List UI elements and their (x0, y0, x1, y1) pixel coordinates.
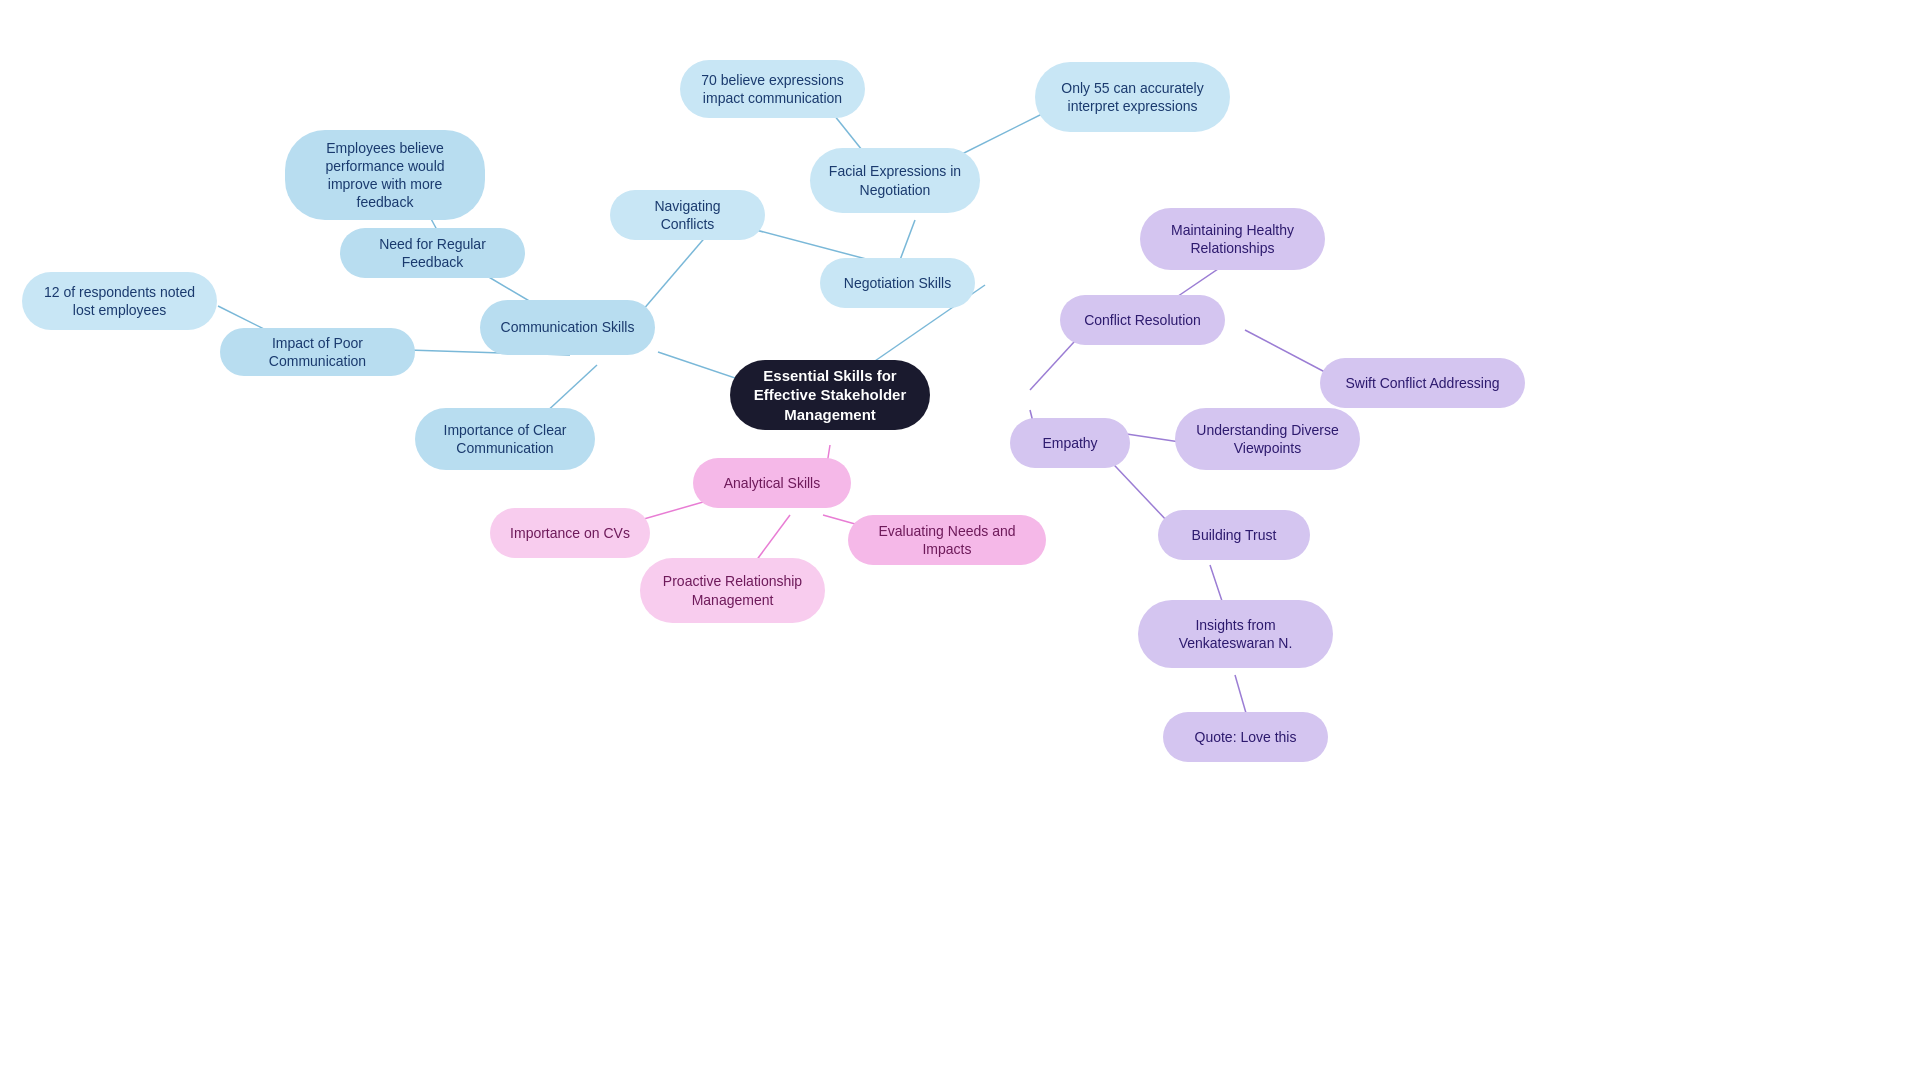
analytical-skills-node: Analytical Skills (693, 458, 851, 508)
understanding-diverse-node: Understanding Diverse Viewpoints (1175, 408, 1360, 470)
importance-cvs-node: Importance on CVs (490, 508, 650, 558)
evaluating-needs-node: Evaluating Needs and Impacts (848, 515, 1046, 565)
swift-conflict-node: Swift Conflict Addressing (1320, 358, 1525, 408)
svg-line-12 (900, 220, 915, 260)
need-feedback-node: Need for Regular Feedback (340, 228, 525, 278)
center-node: Essential Skills for Effective Stakehold… (730, 360, 930, 430)
insights-venkateswaran-node: Insights from Venkateswaran N. (1138, 600, 1333, 668)
12respondents-node: 12 of respondents noted lost employees (22, 272, 217, 330)
communication-skills-node: Communication Skills (480, 300, 655, 355)
maintaining-healthy-node: Maintaining Healthy Relationships (1140, 208, 1325, 270)
importance-clear-node: Importance of Clear Communication (415, 408, 595, 470)
conflict-resolution-node: Conflict Resolution (1060, 295, 1225, 345)
employees-believe-node: Employees believe performance would impr… (285, 130, 485, 220)
proactive-relationship-node: Proactive Relationship Management (640, 558, 825, 623)
empathy-node: Empathy (1010, 418, 1130, 468)
only55-node: Only 55 can accurately interpret express… (1035, 62, 1230, 132)
impact-poor-node: Impact of Poor Communication (220, 328, 415, 376)
navigating-conflicts-node: Navigating Conflicts (610, 190, 765, 240)
negotiation-skills-node: Negotiation Skills (820, 258, 975, 308)
quote-love-node: Quote: Love this (1163, 712, 1328, 762)
building-trust-node: Building Trust (1158, 510, 1310, 560)
facial-expressions-node: Facial Expressions in Negotiation (810, 148, 980, 213)
70believe-node: 70 believe expressions impact communicat… (680, 60, 865, 118)
